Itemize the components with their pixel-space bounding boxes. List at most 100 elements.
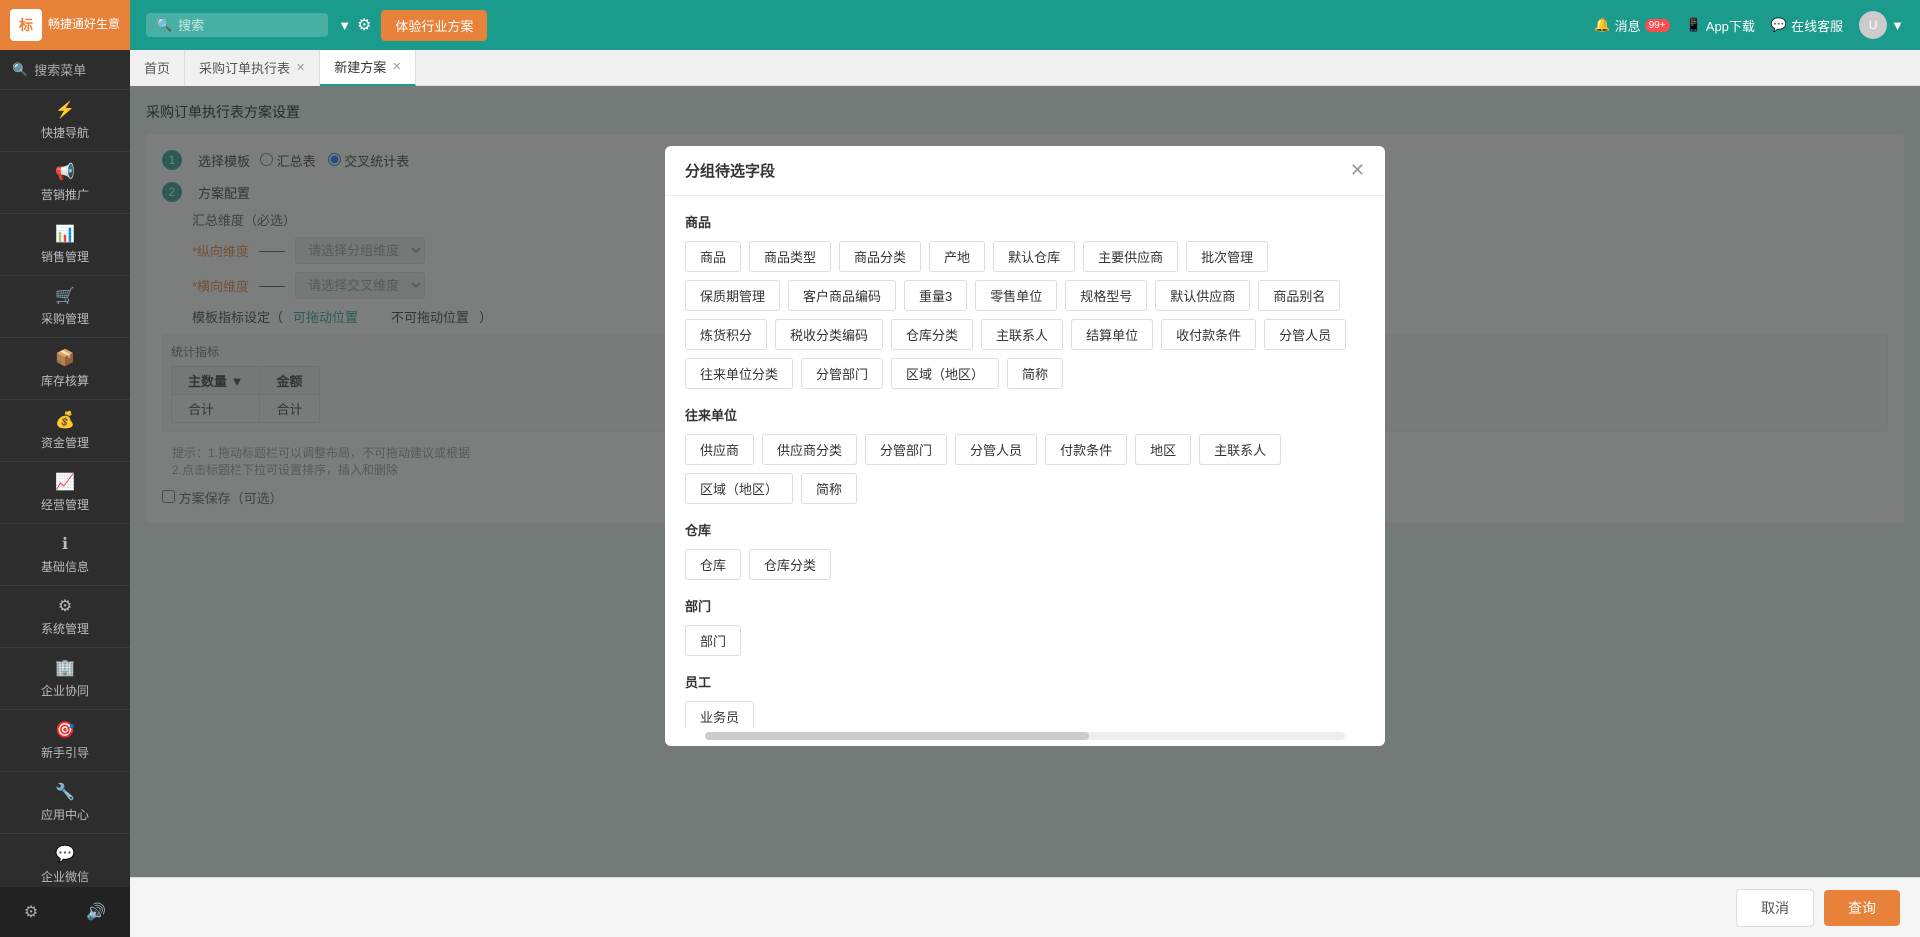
top-search-box[interactable]: 🔍 [146, 13, 328, 37]
field-points[interactable]: 炼货积分 [685, 319, 767, 350]
notification-badge[interactable]: 🔔 消息 99+ [1594, 16, 1669, 35]
sidebar-item-label: 快捷导航 [41, 124, 89, 141]
tab-new-plan-label: 新建方案 [334, 57, 386, 76]
modal-close-button[interactable]: ✕ [1350, 160, 1365, 181]
app-download-link[interactable]: 📱 App下载 [1686, 16, 1755, 35]
field-batch-mgmt[interactable]: 批次管理 [1186, 241, 1268, 272]
field-tax-code[interactable]: 税收分类编码 [775, 319, 883, 350]
sidebar-item-finance[interactable]: 💰 资金管理 [0, 400, 130, 462]
app-download-label: App下载 [1706, 16, 1755, 35]
field-customer-code[interactable]: 客户商品编码 [788, 280, 896, 311]
sidebar-item-label: 库存核算 [41, 372, 89, 389]
field-warehouse-category[interactable]: 仓库分类 [891, 319, 973, 350]
field-goods-alias[interactable]: 商品别名 [1258, 280, 1340, 311]
avatar-icon: U [1859, 11, 1887, 39]
marketing-icon: 📢 [55, 162, 75, 182]
field-short-name[interactable]: 简称 [1007, 358, 1063, 389]
field-main-contact[interactable]: 主联系人 [981, 319, 1063, 350]
sidebar-item-label: 系统管理 [41, 620, 89, 637]
field-partner-dept[interactable]: 分管部门 [865, 434, 947, 465]
sidebar-item-enterprise[interactable]: 🏢 企业协同 [0, 648, 130, 710]
sidebar-item-quick-nav[interactable]: ⚡ 快捷导航 [0, 90, 130, 152]
sidebar-item-newbie[interactable]: 🎯 新手引导 [0, 710, 130, 772]
settings-bottom-icon[interactable]: ⚙ [24, 902, 38, 922]
trial-button[interactable]: 体验行业方案 [381, 10, 487, 41]
field-area[interactable]: 地区 [1135, 434, 1191, 465]
tab-purchase-close[interactable]: ✕ [296, 61, 305, 74]
top-search-input[interactable] [178, 18, 318, 33]
field-region[interactable]: 区域（地区） [891, 358, 999, 389]
field-partner-manager[interactable]: 分管人员 [955, 434, 1037, 465]
field-retail-unit[interactable]: 零售单位 [975, 280, 1057, 311]
sidebar-item-app-center[interactable]: 🔧 应用中心 [0, 772, 130, 834]
sidebar-item-inventory[interactable]: 📦 库存核算 [0, 338, 130, 400]
tab-purchase-order[interactable]: 采购订单执行表 ✕ [185, 50, 320, 86]
sidebar-item-sales[interactable]: 📊 销售管理 [0, 214, 130, 276]
field-supplier-category[interactable]: 供应商分类 [762, 434, 857, 465]
tab-new-plan-close[interactable]: ✕ [392, 60, 401, 73]
sidebar-item-operation[interactable]: 📈 经营管理 [0, 462, 130, 524]
warehouse-section: 仓库 仓库 仓库分类 [685, 520, 1365, 580]
field-spec-model[interactable]: 规格型号 [1065, 280, 1147, 311]
field-payment-terms[interactable]: 收付款条件 [1161, 319, 1256, 350]
field-dept[interactable]: 分管部门 [801, 358, 883, 389]
enterprise-icon: 🏢 [55, 658, 75, 678]
search-dropdown-icon[interactable]: ▼ [338, 18, 351, 33]
tab-home[interactable]: 首页 [130, 50, 185, 86]
field-goods-category[interactable]: 商品分类 [839, 241, 921, 272]
basic-info-icon: ℹ [62, 534, 68, 554]
user-avatar[interactable]: U ▼ [1859, 11, 1904, 39]
field-default-warehouse[interactable]: 默认仓库 [993, 241, 1075, 272]
notification-count: 99+ [1645, 19, 1670, 32]
modal-hscrollbar[interactable] [705, 732, 1345, 740]
top-gear-icon[interactable]: ⚙ [357, 15, 371, 35]
system-icon: ⚙ [58, 596, 72, 616]
sidebar-item-label: 资金管理 [41, 434, 89, 451]
modal-overlay: 分组待选字段 ✕ 商品 商品 商品类型 商品分类 产地 默认 [130, 86, 1920, 877]
modal-body: 商品 商品 商品类型 商品分类 产地 默认仓库 主要供应商 批次管理 保质期管理 [665, 196, 1385, 728]
field-weight3[interactable]: 重量3 [904, 280, 967, 311]
inventory-icon: 📦 [55, 348, 75, 368]
sidebar-item-system[interactable]: ⚙ 系统管理 [0, 586, 130, 648]
field-partner-contact[interactable]: 主联系人 [1199, 434, 1281, 465]
field-department[interactable]: 部门 [685, 625, 741, 656]
partner-title: 往来单位 [685, 405, 1365, 424]
online-service-icon: 💬 [1771, 17, 1787, 33]
field-goods[interactable]: 商品 [685, 241, 741, 272]
operation-icon: 📈 [55, 472, 75, 492]
sidebar-search[interactable]: 🔍 搜索菜单 [0, 50, 130, 90]
search-label: 搜索菜单 [34, 60, 86, 79]
tab-new-plan[interactable]: 新建方案 ✕ [320, 50, 416, 86]
sidebar-item-marketing[interactable]: 📢 营销推广 [0, 152, 130, 214]
sidebar-item-enterprise-wechat[interactable]: 💬 企业微信 [0, 834, 130, 887]
field-pay-terms[interactable]: 付款条件 [1045, 434, 1127, 465]
field-shelf-life[interactable]: 保质期管理 [685, 280, 780, 311]
app-center-icon: 🔧 [55, 782, 75, 802]
field-main-supplier[interactable]: 主要供应商 [1083, 241, 1178, 272]
confirm-button[interactable]: 查询 [1824, 890, 1900, 926]
audio-bottom-icon[interactable]: 🔊 [86, 902, 106, 922]
field-supplier[interactable]: 供应商 [685, 434, 754, 465]
online-service-label: 在线客服 [1791, 16, 1843, 35]
field-default-supplier[interactable]: 默认供应商 [1155, 280, 1250, 311]
field-warehouse[interactable]: 仓库 [685, 549, 741, 580]
sidebar-item-purchase[interactable]: 🛒 采购管理 [0, 276, 130, 338]
field-salesperson[interactable]: 业务员 [685, 701, 754, 728]
sales-icon: 📊 [55, 224, 75, 244]
field-partner-category[interactable]: 往来单位分类 [685, 358, 793, 389]
tab-bar: 首页 采购订单执行表 ✕ 新建方案 ✕ [130, 50, 1920, 86]
partner-section: 往来单位 供应商 供应商分类 分管部门 分管人员 付款条件 地区 主联系人 区域… [685, 405, 1365, 504]
online-service-link[interactable]: 💬 在线客服 [1771, 16, 1843, 35]
field-partner-short[interactable]: 简称 [801, 473, 857, 504]
sidebar-item-basic-info[interactable]: ℹ 基础信息 [0, 524, 130, 586]
field-partner-region[interactable]: 区域（地区） [685, 473, 793, 504]
sidebar-logo: 标 畅捷通好生意 [0, 0, 130, 50]
tab-purchase-label: 采购订单执行表 [199, 58, 290, 77]
employee-fields: 业务员 [685, 701, 1365, 728]
field-goods-type[interactable]: 商品类型 [749, 241, 831, 272]
field-warehouse-cat[interactable]: 仓库分类 [749, 549, 831, 580]
field-settlement-unit[interactable]: 结算单位 [1071, 319, 1153, 350]
cancel-button[interactable]: 取消 [1736, 889, 1814, 927]
field-manager[interactable]: 分管人员 [1264, 319, 1346, 350]
field-origin[interactable]: 产地 [929, 241, 985, 272]
